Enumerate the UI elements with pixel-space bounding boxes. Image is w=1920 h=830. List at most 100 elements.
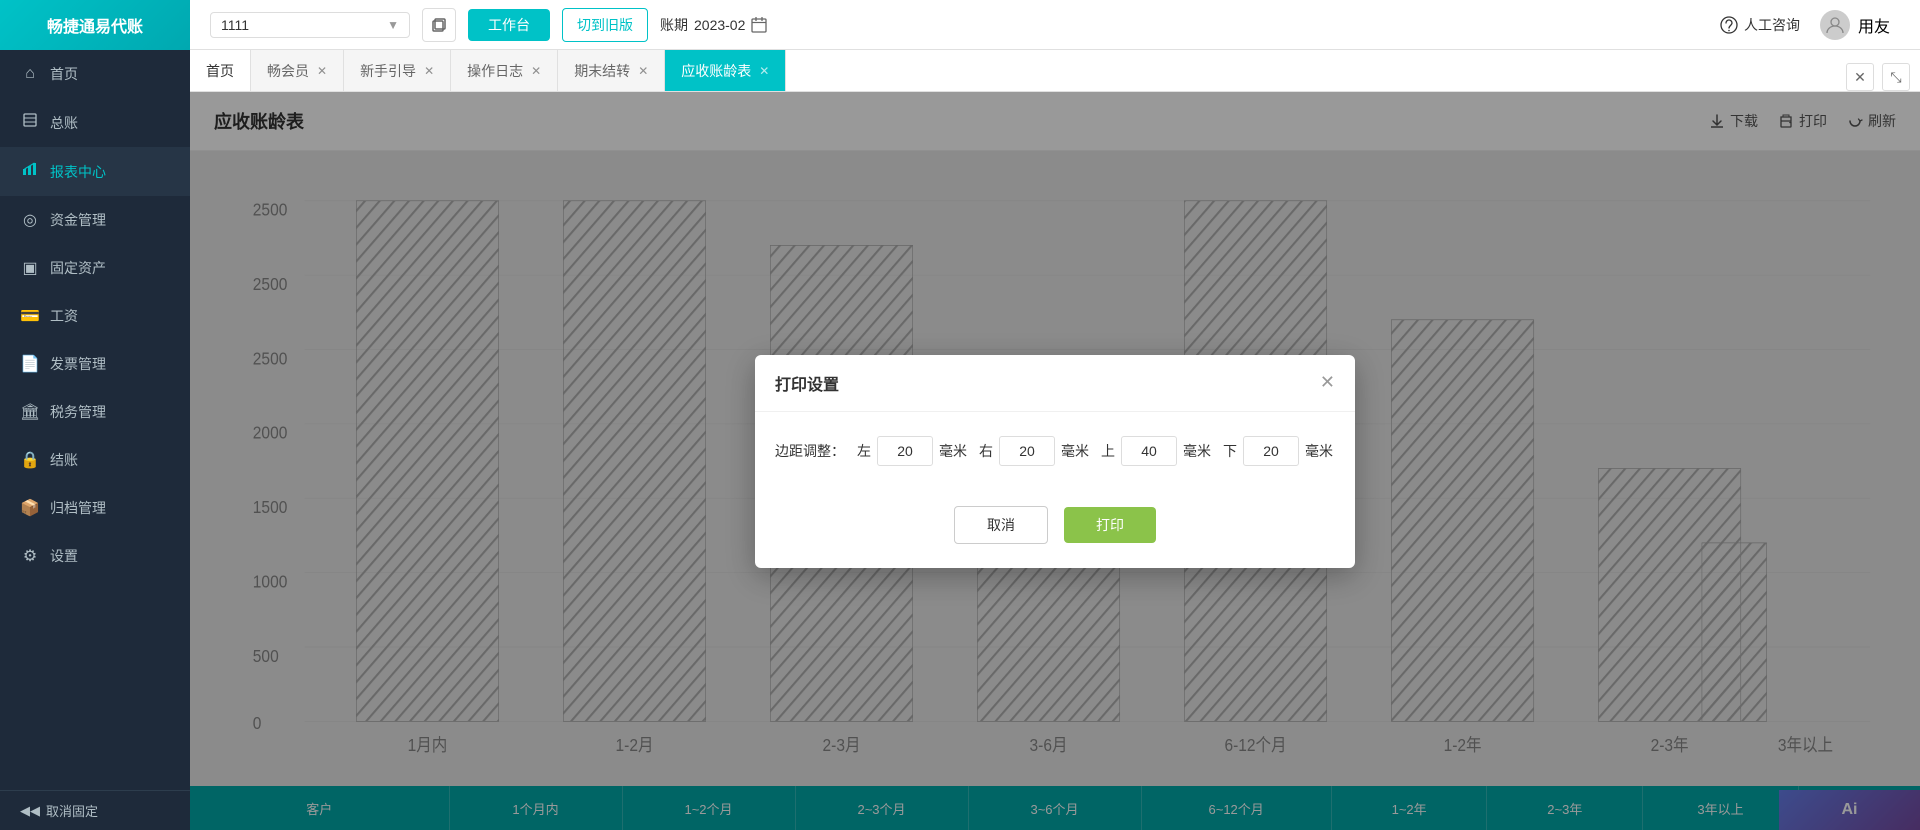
tab-guide-close[interactable]: ✕ [424,64,434,78]
tab-close-all-button[interactable]: ✕ [1846,63,1874,91]
close-account-icon: 🔒 [20,450,40,470]
workbench-button[interactable]: 工作台 [468,9,550,41]
sidebar-item-invoice[interactable]: 📄 发票管理 [0,340,190,388]
invoice-icon: 📄 [20,354,40,374]
sidebar-item-report[interactable]: 报表中心 [0,147,190,196]
modal-header: 打印设置 ✕ [755,355,1355,412]
tab-expand-button[interactable]: ⤡ [1882,63,1910,91]
company-selector[interactable]: 1111 ▼ [210,12,410,38]
sidebar-item-home[interactable]: ⌂ 首页 [0,50,190,98]
right-unit-label: 毫米 [1061,441,1089,461]
bottom-direction-label: 下 [1223,441,1237,461]
top-direction-label: 上 [1101,441,1115,461]
main-layout: ⌂ 首页 总账 报表中心 [0,50,1920,830]
tab-guide-label: 新手引导 [360,61,416,81]
right-direction-label: 右 [979,441,993,461]
tab-ar-aging[interactable]: 应收账龄表 ✕ [665,50,786,91]
margin-left-group: 左 毫米 [857,436,967,466]
user-area[interactable]: 用友 [1820,10,1890,40]
copy-button[interactable] [422,8,456,42]
user-label: 用友 [1858,13,1890,37]
header-right: 人工咨询 用友 [1720,10,1920,40]
print-settings-dialog: 打印设置 ✕ 边距调整： 左 毫米 右 [755,355,1355,568]
dropdown-icon: ▼ [387,18,399,32]
left-unit-label: 毫米 [939,441,967,461]
tab-oplog-close[interactable]: ✕ [531,64,541,78]
tab-member[interactable]: 畅会员 ✕ [251,50,344,91]
bottom-unit-label: 毫米 [1305,441,1333,461]
logo-area: 畅捷通易代账 [0,0,190,50]
margin-top-group: 上 毫米 [1101,436,1211,466]
period-label: 账期 2023-02 [660,15,767,35]
left-margin-input[interactable] [877,436,933,466]
cancel-button[interactable]: 取消 [954,506,1048,544]
archive-icon: 📦 [20,498,40,518]
capital-icon: ◎ [20,210,40,230]
sidebar-label-payroll: 工资 [50,306,78,326]
company-name: 1111 [221,17,379,33]
sidebar-label-ledger: 总账 [50,113,78,133]
consult-label: 人工咨询 [1744,15,1800,35]
margin-bottom-group: 下 毫米 [1223,436,1333,466]
sidebar-item-payroll[interactable]: 💳 工资 [0,292,190,340]
tab-member-close[interactable]: ✕ [317,64,327,78]
sidebar-item-settings[interactable]: ⚙ 设置 [0,532,190,580]
margin-right-group: 右 毫米 [979,436,1089,466]
tab-period-end[interactable]: 期末结转 ✕ [558,50,665,91]
content-area: 首页 畅会员 ✕ 新手引导 ✕ 操作日志 ✕ 期末结转 ✕ 应收账龄表 ✕ [190,50,1920,830]
sidebar-item-assets[interactable]: ▣ 固定资产 [0,244,190,292]
sidebar-item-close[interactable]: 🔒 结账 [0,436,190,484]
top-header: 畅捷通易代账 1111 ▼ 工作台 切到旧版 账期 2023-02 [0,0,1920,50]
sidebar-item-capital[interactable]: ◎ 资金管理 [0,196,190,244]
header-middle: 1111 ▼ 工作台 切到旧版 账期 2023-02 [190,8,1720,42]
sidebar-item-ledger[interactable]: 总账 [0,98,190,147]
page-content: 应收账龄表 下载 [190,92,1920,830]
sidebar-label-close: 结账 [50,450,78,470]
sidebar-label-report: 报表中心 [50,162,106,182]
tab-ar-aging-label: 应收账龄表 [681,61,751,81]
sidebar-label-home: 首页 [50,64,78,84]
tab-oplog[interactable]: 操作日志 ✕ [451,50,558,91]
modal-overlay: 打印设置 ✕ 边距调整： 左 毫米 右 [190,92,1920,830]
ledger-icon [20,112,40,133]
print-confirm-button[interactable]: 打印 [1064,507,1156,543]
logo-text: 畅捷通易代账 [47,13,143,37]
collapse-label: 取消固定 [46,801,98,820]
bottom-margin-input[interactable] [1243,436,1299,466]
sidebar-item-archive[interactable]: 📦 归档管理 [0,484,190,532]
consult-button[interactable]: 人工咨询 [1720,15,1800,35]
top-unit-label: 毫米 [1183,441,1211,461]
sidebar-label-archive: 归档管理 [50,498,106,518]
left-direction-label: 左 [857,441,871,461]
settings-icon: ⚙ [20,546,40,566]
right-margin-input[interactable] [999,436,1055,466]
sidebar: ⌂ 首页 总账 报表中心 [0,50,190,830]
payroll-icon: 💳 [20,306,40,326]
tab-home[interactable]: 首页 [190,50,251,91]
tab-ar-aging-close[interactable]: ✕ [759,64,769,78]
margin-row-label: 边距调整： [775,441,845,461]
sidebar-label-tax: 税务管理 [50,402,106,422]
tab-home-label: 首页 [206,61,234,81]
modal-title: 打印设置 [775,371,839,395]
tabs-right: ✕ ⤡ [1836,63,1920,91]
sidebar-label-invoice: 发票管理 [50,354,106,374]
home-icon: ⌂ [20,65,40,83]
tab-oplog-label: 操作日志 [467,61,523,81]
switch-version-button[interactable]: 切到旧版 [562,8,648,42]
modal-close-button[interactable]: ✕ [1320,372,1335,393]
margin-row: 边距调整： 左 毫米 右 毫米 [775,436,1335,466]
tab-period-end-label: 期末结转 [574,61,630,81]
collapse-icon: ◀◀ [20,803,40,819]
sidebar-label-assets: 固定资产 [50,258,106,278]
assets-icon: ▣ [20,258,40,278]
modal-body: 边距调整： 左 毫米 右 毫米 [755,412,1355,490]
sidebar-label-settings: 设置 [50,546,78,566]
top-margin-input[interactable] [1121,436,1177,466]
collapse-sidebar-button[interactable]: ◀◀ 取消固定 [0,790,190,830]
sidebar-item-tax[interactable]: 🏛 税务管理 [0,388,190,436]
tab-period-end-close[interactable]: ✕ [638,64,648,78]
tab-guide[interactable]: 新手引导 ✕ [344,50,451,91]
sidebar-label-capital: 资金管理 [50,210,106,230]
modal-footer: 取消 打印 [755,490,1355,568]
